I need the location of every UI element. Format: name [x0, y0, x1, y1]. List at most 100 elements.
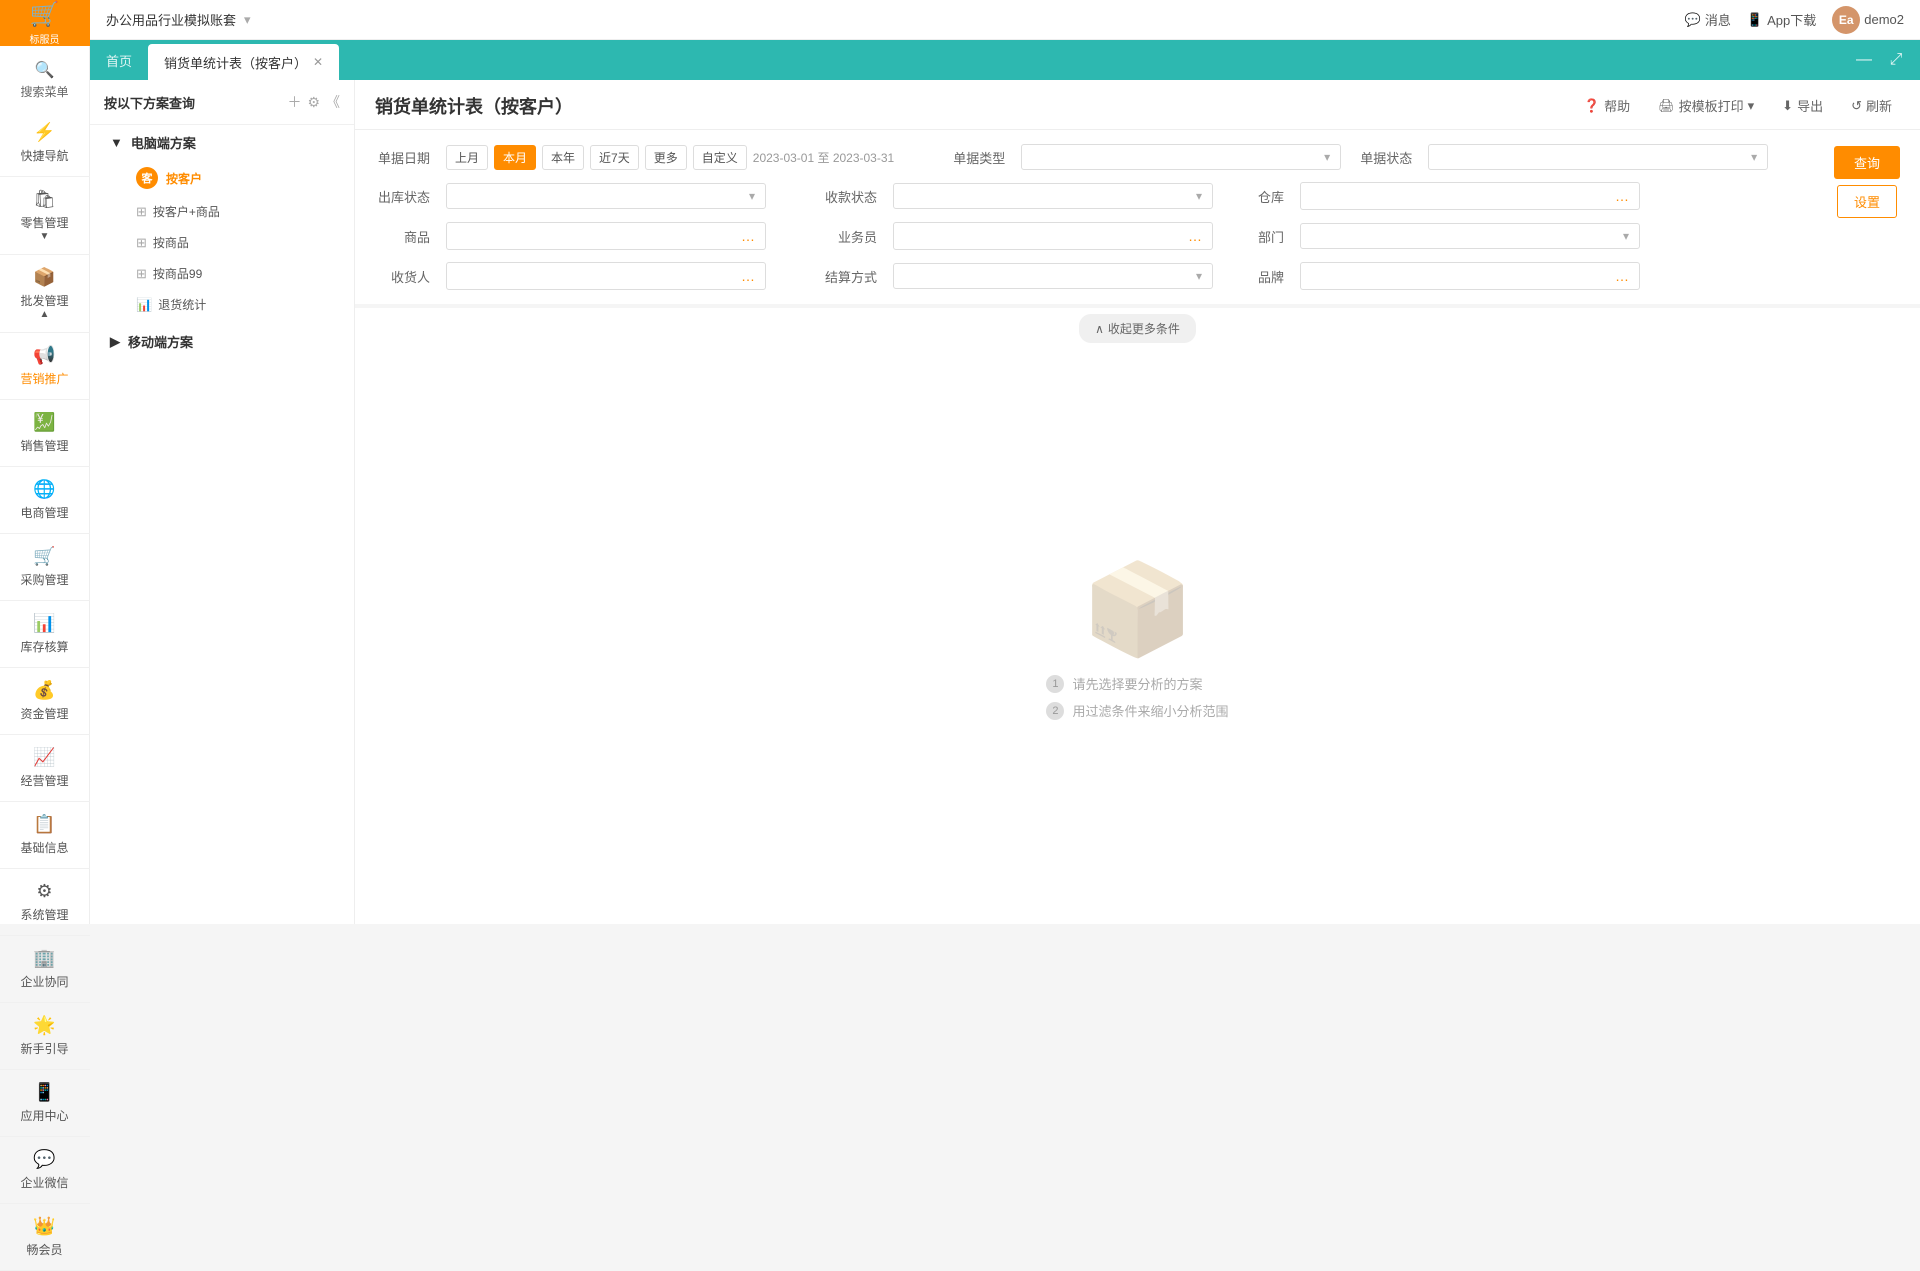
sidebar-item-sales[interactable]: 💹 销售管理	[0, 400, 90, 467]
sidebar: 🛒 标服员 🔍 搜索菜单 ⚡ 快捷导航 🛍 零售管理 ▼ 📦 批发管理 ▲ 📢 …	[0, 0, 90, 924]
panel-settings-icon[interactable]: ⚙	[307, 94, 320, 111]
date-btn-7days[interactable]: 近7天	[590, 145, 639, 170]
panel-collapse-icon[interactable]: 《	[326, 92, 340, 112]
tab-sales-stat[interactable]: 销货单统计表（按客户） ✕	[148, 44, 339, 80]
goods-dots: …	[741, 228, 755, 244]
export-icon: ⬇	[1782, 98, 1793, 114]
help-btn[interactable]: ❓ 帮助	[1576, 92, 1638, 119]
sidebar-item-search[interactable]: 🔍 搜索菜单	[20, 46, 68, 110]
department-select[interactable]: ▾	[1300, 223, 1640, 249]
sidebar-item-newbie[interactable]: 🌟 新手引导	[0, 1003, 90, 1070]
tree-item-by-customer[interactable]: 客 按客户	[126, 160, 354, 196]
sidebar-item-corpwechat[interactable]: 💬 企业微信	[0, 1137, 90, 1204]
system-icon: ⚙	[36, 881, 52, 902]
content-area: 按以下方案查询 ＋ ⚙ 《 ▼ 电脑端方案 客 按客户 ⊞	[90, 80, 1920, 924]
empty-hint-1: 1 请先选择要分析的方案	[1046, 674, 1228, 693]
hint-text-1: 请先选择要分析的方案	[1072, 674, 1202, 693]
sidebar-item-system[interactable]: ⚙ 系统管理	[0, 869, 90, 936]
receiver-input[interactable]: …	[446, 262, 766, 290]
logo-text: 标服员	[30, 31, 60, 46]
brand-input[interactable]: …	[1300, 262, 1640, 290]
message-btn[interactable]: 💬 消息	[1685, 10, 1731, 29]
tree-item-icon-active: 客	[136, 167, 158, 189]
enterprise-icon: 🏢	[33, 948, 55, 969]
tree-expand-icon-mobile: ▶	[110, 334, 120, 350]
dropdown-icon[interactable]: ▾	[244, 12, 251, 28]
tab-home[interactable]: 首页	[90, 40, 148, 80]
sidebar-item-basicinfo[interactable]: 📋 基础信息	[0, 802, 90, 869]
tree-expand-icon: ▼	[110, 135, 123, 150]
sidebar-item-retail[interactable]: 🛍 零售管理 ▼	[0, 177, 90, 255]
tree-item-by-customer-goods[interactable]: ⊞ 按客户+商品	[126, 196, 354, 227]
download-icon: 📱	[1747, 12, 1763, 28]
filter-row-1: 单据日期 上月 本月 本年 近7天 更多 自定义 2023-03-01 至 20…	[375, 144, 1818, 170]
sidebar-item-operation[interactable]: 📈 经营管理	[0, 735, 90, 802]
export-btn[interactable]: ⬇ 导出	[1774, 92, 1831, 119]
brand-label: 品牌	[1229, 267, 1284, 286]
collapse-btn[interactable]: ∧ 收起更多条件	[1079, 314, 1196, 343]
empty-hints: 1 请先选择要分析的方案 2 用过滤条件来缩小分析范围	[1046, 674, 1228, 720]
sidebar-item-wholesale[interactable]: 📦 批发管理 ▲	[0, 255, 90, 333]
date-btn-last-month[interactable]: 上月	[446, 145, 488, 170]
logo: 🛒 标服员	[0, 0, 90, 46]
salesman-dots: …	[1188, 228, 1202, 244]
doc-status-select[interactable]: ▾	[1428, 144, 1768, 170]
empty-illustration: 📦	[1081, 557, 1193, 662]
warehouse-input[interactable]: …	[1300, 182, 1640, 210]
collapse-label: 收起更多条件	[1108, 320, 1180, 337]
username: demo2	[1864, 12, 1904, 27]
date-btn-group: 上月 本月 本年 近7天 更多 自定义 2023-03-01 至 2023-03…	[446, 145, 894, 170]
sidebar-item-appcenter[interactable]: 📱 应用中心	[0, 1070, 90, 1137]
doc-type-arrow-icon: ▾	[1324, 150, 1330, 164]
doc-type-select[interactable]: ▾	[1021, 144, 1341, 170]
app-download-btn[interactable]: 📱 App下载	[1747, 10, 1816, 29]
filter-content: 单据日期 上月 本月 本年 近7天 更多 自定义 2023-03-01 至 20…	[375, 144, 1900, 290]
print-dropdown-icon: ▾	[1748, 98, 1755, 114]
settlement-select[interactable]: ▾	[893, 263, 1213, 289]
date-btn-custom[interactable]: 自定义	[693, 145, 747, 170]
query-btn[interactable]: 查询	[1834, 146, 1900, 179]
sidebar-item-finance[interactable]: 💰 资金管理	[0, 668, 90, 735]
template-print-btn[interactable]: 🖨 按模板打印 ▾	[1650, 92, 1762, 119]
filter-row-4: 收货人 … 结算方式 ▾ 品牌 …	[375, 262, 1818, 290]
query-buttons: 查询 设置	[1834, 146, 1900, 218]
goods-input[interactable]: …	[446, 222, 766, 250]
date-btn-this-year[interactable]: 本年	[542, 145, 584, 170]
tree-item-by-goods[interactable]: ⊞ 按商品	[126, 227, 354, 258]
date-btn-more[interactable]: 更多	[645, 145, 687, 170]
date-btn-this-month[interactable]: 本月	[494, 145, 536, 170]
quicknav-icon: ⚡	[33, 122, 55, 143]
vip-icon: 👑	[33, 1216, 55, 1237]
sidebar-item-marketing[interactable]: 📢 营销推广	[0, 333, 90, 400]
filter-fields: 单据日期 上月 本月 本年 近7天 更多 自定义 2023-03-01 至 20…	[375, 144, 1818, 290]
user-avatar-area[interactable]: Ea demo2	[1832, 6, 1904, 34]
tree-item-by-goods-99[interactable]: ⊞ 按商品99	[126, 258, 354, 289]
ecommerce-icon: 🌐	[33, 479, 55, 500]
print-icon: 🖨	[1658, 98, 1675, 114]
sidebar-item-quicknav[interactable]: ⚡ 快捷导航	[0, 110, 90, 177]
sidebar-item-purchase[interactable]: 🛒 采购管理	[0, 534, 90, 601]
panel-add-icon[interactable]: ＋	[287, 92, 301, 112]
topbar-left: 办公用品行业模拟账套 ▾	[106, 10, 251, 29]
tab-minimize-btn[interactable]: —	[1852, 48, 1876, 72]
filter-row-2: 出库状态 ▾ 收款状态 ▾ 仓库	[375, 182, 1818, 210]
settings-btn[interactable]: 设置	[1837, 185, 1897, 218]
tree-mobile-section[interactable]: ▶ 移动端方案	[90, 324, 354, 359]
tab-maximize-btn[interactable]: ⤢	[1884, 48, 1908, 72]
date-range: 2023-03-01 至 2023-03-31	[753, 149, 894, 166]
tree-mobile-label: 移动端方案	[128, 332, 193, 351]
out-status-select[interactable]: ▾	[446, 183, 766, 209]
salesman-input[interactable]: …	[893, 222, 1213, 250]
sidebar-item-inventory[interactable]: 📊 库存核算	[0, 601, 90, 668]
tree-by-customer: 客 按客户 ⊞ 按客户+商品 ⊞ 按商品 ⊞ 按商品99 📊 退货	[90, 160, 354, 320]
brand-dots: …	[1615, 268, 1629, 284]
sidebar-item-vip[interactable]: 👑 畅会员	[0, 1204, 90, 1271]
tab-close-icon[interactable]: ✕	[313, 55, 323, 69]
refresh-btn[interactable]: ↺ 刷新	[1843, 92, 1900, 119]
sidebar-item-enterprise[interactable]: 🏢 企业协同	[0, 936, 90, 1003]
tree-pc-section[interactable]: ▼ 电脑端方案	[90, 125, 354, 160]
collect-status-select[interactable]: ▾	[893, 183, 1213, 209]
sidebar-item-ecommerce[interactable]: 🌐 电商管理	[0, 467, 90, 534]
left-panel: 按以下方案查询 ＋ ⚙ 《 ▼ 电脑端方案 客 按客户 ⊞	[90, 80, 355, 924]
tree-item-return-stats[interactable]: 📊 退货统计	[126, 289, 354, 320]
